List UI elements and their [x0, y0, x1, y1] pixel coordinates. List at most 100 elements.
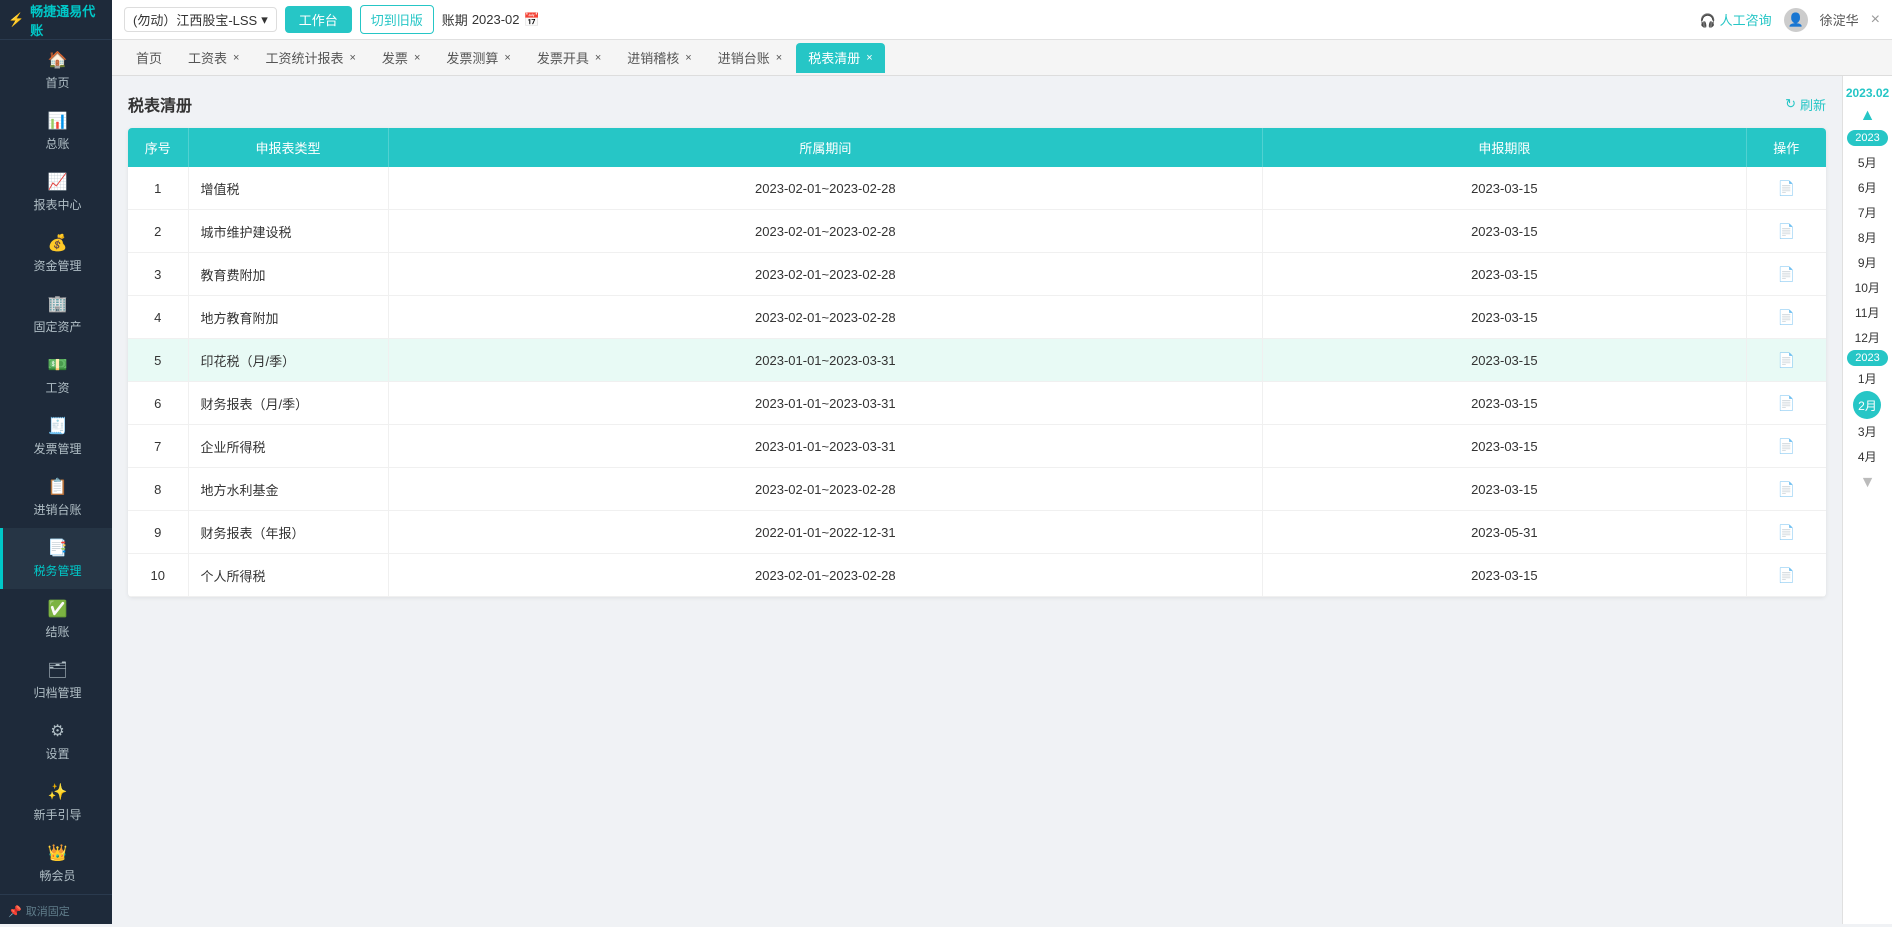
action-icon-3[interactable]: 📄 [1774, 305, 1798, 329]
month-item-before-4[interactable]: 9月 [1847, 250, 1887, 275]
sidebar-item-8[interactable]: 📑 税务管理 [0, 528, 112, 589]
tab-8[interactable]: 税表清册× [796, 43, 884, 73]
row-type-0: 增值税 [188, 167, 388, 210]
tab-1[interactable]: 工资表× [176, 43, 251, 73]
row-action-6[interactable]: 📄 [1746, 425, 1826, 468]
tab-label-2: 工资统计报表 [265, 48, 343, 67]
action-icon-6[interactable]: 📄 [1774, 434, 1798, 458]
content-wrapper: 税表清册 ↻ 刷新 序号申报表类型所属期间申报期限操作 1 增值税 2023-0… [112, 76, 1892, 924]
sidebar: ⚡ 畅捷通易代账 🏠 首页 📊 总账 📈 报表中心 💰 资金管理 🏢 固定资产 … [0, 0, 112, 924]
tab-label-7: 进销台账 [718, 48, 770, 67]
sidebar-item-11[interactable]: ⚙ 设置 [0, 711, 112, 772]
sidebar-icon-7: 📋 [48, 477, 68, 497]
row-action-0[interactable]: 📄 [1746, 167, 1826, 210]
row-period-4: 2023-01-01~2023-03-31 [388, 339, 1263, 382]
month-item-after-1[interactable]: 2月 [1853, 391, 1881, 419]
row-action-8[interactable]: 📄 [1746, 511, 1826, 554]
company-selector[interactable]: (勿动）江西股宝-LSS ▾ [124, 7, 277, 32]
tab-close-7[interactable]: × [776, 52, 782, 64]
human-consult-button[interactable]: 🎧 人工咨询 [1700, 10, 1772, 29]
sidebar-item-2[interactable]: 📈 报表中心 [0, 162, 112, 223]
row-period-9: 2023-02-01~2023-02-28 [388, 554, 1263, 597]
sidebar-item-5[interactable]: 💵 工资 [0, 345, 112, 406]
sidebar-item-4[interactable]: 🏢 固定资产 [0, 284, 112, 345]
tab-3[interactable]: 发票× [370, 43, 432, 73]
main-content: 税表清册 ↻ 刷新 序号申报表类型所属期间申报期限操作 1 增值税 2023-0… [112, 76, 1842, 924]
month-item-before-0[interactable]: 5月 [1847, 150, 1887, 175]
sidebar-item-7[interactable]: 📋 进销台账 [0, 467, 112, 528]
row-no-8: 9 [128, 511, 188, 554]
row-no-2: 3 [128, 253, 188, 296]
tab-7[interactable]: 进销台账 × [706, 43, 794, 73]
row-action-2[interactable]: 📄 [1746, 253, 1826, 296]
month-item-after-0[interactable]: 1月 [1847, 366, 1887, 391]
topbar-close-button[interactable]: × [1871, 11, 1880, 29]
row-action-7[interactable]: 📄 [1746, 468, 1826, 511]
sidebar-item-3[interactable]: 💰 资金管理 [0, 223, 112, 284]
sidebar-item-13[interactable]: 👑 畅会员 [0, 833, 112, 894]
row-deadline-2: 2023-03-15 [1263, 253, 1746, 296]
sidebar-icon-11: ⚙ [50, 721, 64, 741]
page-title: 税表清册 [128, 92, 192, 116]
row-type-6: 企业所得税 [188, 425, 388, 468]
tab-4[interactable]: 发票测算× [434, 43, 522, 73]
tab-close-4[interactable]: × [504, 52, 510, 64]
month-item-before-6[interactable]: 11月 [1847, 300, 1887, 325]
action-icon-1[interactable]: 📄 [1774, 219, 1798, 243]
month-item-before-1[interactable]: 6月 [1847, 175, 1887, 200]
tab-close-6[interactable]: × [685, 52, 691, 64]
sidebar-icon-8: 📑 [48, 538, 68, 558]
action-icon-5[interactable]: 📄 [1774, 391, 1798, 415]
tab-0[interactable]: 首页 [124, 43, 174, 73]
panel-nav-up[interactable]: ▲ [1856, 104, 1880, 128]
row-deadline-6: 2023-03-15 [1263, 425, 1746, 468]
tab-close-3[interactable]: × [414, 52, 420, 64]
row-action-4[interactable]: 📄 [1746, 339, 1826, 382]
sidebar-item-12[interactable]: ✨ 新手引导 [0, 772, 112, 833]
switch-old-button[interactable]: 切到旧版 [360, 5, 434, 34]
month-item-after-3[interactable]: 4月 [1847, 444, 1887, 469]
refresh-button[interactable]: ↻ 刷新 [1785, 95, 1826, 114]
headset-icon: 🎧 [1700, 13, 1716, 28]
action-icon-9[interactable]: 📄 [1774, 563, 1798, 587]
sidebar-icon-10: 🗂 [47, 660, 67, 680]
tab-label-6: 进销稽核 [627, 48, 679, 67]
sidebar-label-7: 进销台账 [33, 501, 81, 518]
action-icon-2[interactable]: 📄 [1774, 262, 1798, 286]
tab-close-8[interactable]: × [866, 52, 872, 64]
row-period-0: 2023-02-01~2023-02-28 [388, 167, 1263, 210]
tab-close-2[interactable]: × [349, 52, 355, 64]
sidebar-item-0[interactable]: 🏠 首页 [0, 40, 112, 101]
table-row: 1 增值税 2023-02-01~2023-02-28 2023-03-15 📄 [128, 167, 1826, 210]
month-item-before-2[interactable]: 7月 [1847, 200, 1887, 225]
row-no-9: 10 [128, 554, 188, 597]
row-action-3[interactable]: 📄 [1746, 296, 1826, 339]
action-icon-7[interactable]: 📄 [1774, 477, 1798, 501]
action-icon-4[interactable]: 📄 [1774, 348, 1798, 372]
panel-nav-down[interactable]: ▼ [1856, 471, 1880, 495]
action-icon-0[interactable]: 📄 [1774, 176, 1798, 200]
sidebar-item-6[interactable]: 🧾 发票管理 [0, 406, 112, 467]
sidebar-item-10[interactable]: 🗂 归档管理 [0, 650, 112, 711]
tab-6[interactable]: 进销稽核 × [615, 43, 703, 73]
sidebar-item-1[interactable]: 📊 总账 [0, 101, 112, 162]
calendar-icon[interactable]: 📅 [524, 12, 540, 28]
sidebar-item-9[interactable]: ✅ 结账 [0, 589, 112, 650]
month-item-before-3[interactable]: 8月 [1847, 225, 1887, 250]
workbench-button[interactable]: 工作台 [285, 6, 352, 33]
tab-2[interactable]: 工资统计报表 × [253, 43, 367, 73]
month-item-before-5[interactable]: 10月 [1847, 275, 1887, 300]
row-action-5[interactable]: 📄 [1746, 382, 1826, 425]
month-item-before-7[interactable]: 12月 [1847, 325, 1887, 350]
row-period-1: 2023-02-01~2023-02-28 [388, 210, 1263, 253]
tab-5[interactable]: 发票开具× [525, 43, 613, 73]
tab-close-1[interactable]: × [233, 52, 239, 64]
month-item-after-2[interactable]: 3月 [1847, 419, 1887, 444]
tab-close-5[interactable]: × [595, 52, 601, 64]
action-icon-8[interactable]: 📄 [1774, 520, 1798, 544]
row-action-1[interactable]: 📄 [1746, 210, 1826, 253]
sidebar-label-9: 结账 [45, 623, 69, 640]
row-action-9[interactable]: 📄 [1746, 554, 1826, 597]
unpin-button[interactable]: 📌 取消固定 [0, 894, 112, 927]
table-row: 3 教育费附加 2023-02-01~2023-02-28 2023-03-15… [128, 253, 1826, 296]
